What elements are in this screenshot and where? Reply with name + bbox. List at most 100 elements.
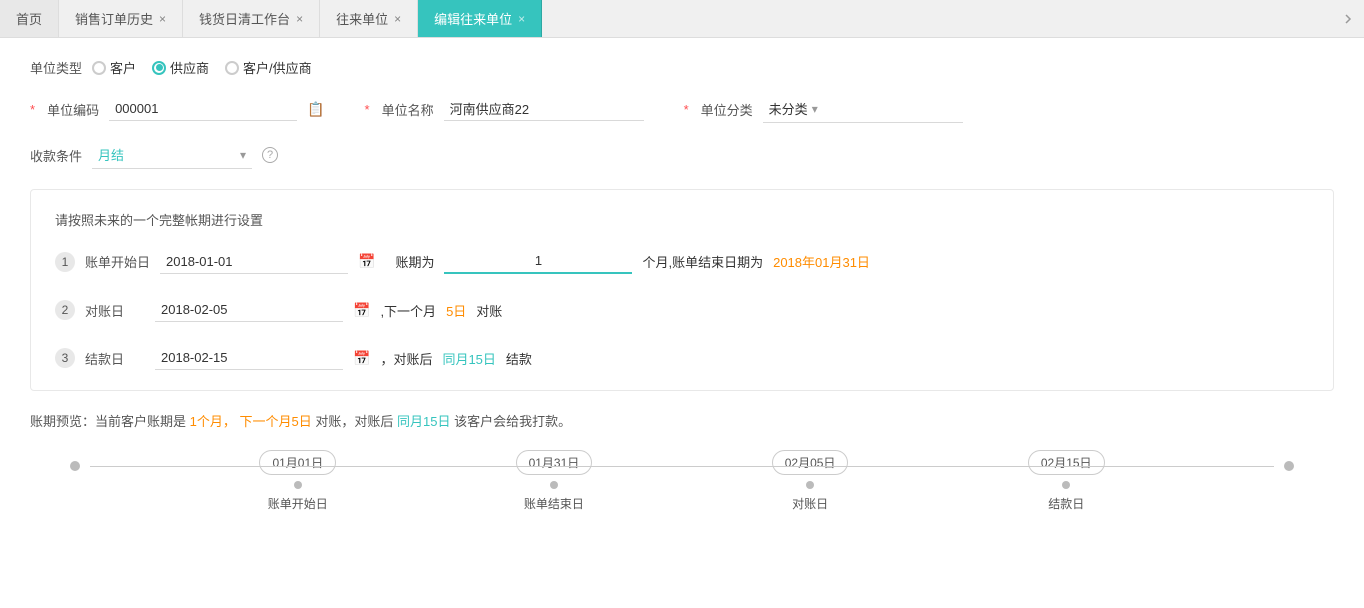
tab-cash-work-label: 钱货日清工作台 [199, 9, 290, 28]
reconcile-suffix-post: 对账 [476, 301, 502, 320]
radio-supplier-circle [152, 61, 166, 75]
unit-type-row: 单位类型 客户 供应商 客户/供应商 [30, 58, 1334, 77]
tab-cash-work[interactable]: 钱货日清工作台 × [183, 0, 320, 37]
settings-box: 请按照未来的一个完整帐期进行设置 1 账单开始日 📅 账期为 个月,账单结束日期… [30, 189, 1334, 391]
preview-middle: 对账，对账后 [315, 414, 393, 429]
unit-category-label: 单位分类 [701, 100, 753, 119]
timeline-bubble-4: 02月15日 [1028, 450, 1105, 475]
unit-name-label: 单位名称 [382, 100, 434, 119]
help-icon[interactable]: ? [262, 147, 278, 163]
timeline-point-2: 01月31日 账单结束日 [516, 450, 593, 512]
calendar-icon-start[interactable]: 📅 [358, 253, 375, 270]
timeline-dot-3 [806, 481, 814, 489]
radio-both[interactable]: 客户/供应商 [225, 58, 312, 77]
tab-edit-partner[interactable]: 编辑往来单位 × [418, 0, 542, 37]
unit-category-select[interactable]: 未分类 ▾ [763, 95, 963, 123]
radio-supplier-label: 供应商 [170, 58, 209, 77]
row-num-1: 1 [55, 252, 75, 272]
dropdown-icon-payment: ▾ [240, 148, 246, 162]
period-value-input[interactable] [444, 249, 632, 274]
timeline-label-3: 对账日 [792, 495, 828, 512]
setting-row-1: 1 账单开始日 📅 账期为 个月,账单结束日期为 2018年01月31日 [55, 249, 1309, 274]
unit-info-row: * 单位编码 📋 * 单位名称 * 单位分类 未分类 ▾ [30, 95, 1334, 123]
timeline-section: 01月01日 账单开始日 01月31日 账单结束日 02月05日 对账日 02月… [30, 450, 1334, 512]
timeline-label-4: 结款日 [1048, 495, 1084, 512]
reconcile-date-input[interactable] [155, 298, 343, 322]
unit-code-input[interactable] [109, 97, 297, 121]
payment-condition-value: 月结 [98, 145, 236, 164]
payment-suffix-pre: ，对账后 [380, 349, 432, 368]
payment-date-input[interactable] [155, 346, 343, 370]
row-num-2: 2 [55, 300, 75, 320]
chevron-right-icon [1342, 13, 1354, 25]
setting-row-2: 2 对账日 📅 ,下一个月 5日 对账 [55, 298, 1309, 322]
payment-condition-row: 收款条件 月结 ▾ ? [30, 141, 1334, 169]
timeline-label-2: 账单结束日 [524, 495, 584, 512]
calendar-icon-1[interactable]: 📋 [307, 101, 324, 118]
tab-sales-history-label: 销售订单历史 [75, 9, 153, 28]
preview-part3: 同月15日 [397, 414, 450, 429]
payment-condition-label: 收款条件 [30, 146, 82, 165]
period-label: 账期为 [395, 252, 434, 271]
timeline-bubble-2: 01月31日 [516, 450, 593, 475]
tab-edit-partner-label: 编辑往来单位 [434, 9, 512, 28]
radio-group: 客户 供应商 客户/供应商 [92, 58, 312, 77]
preview-suffix: 该客户会给我打款。 [454, 414, 571, 429]
timeline-bubble-3: 02月05日 [772, 450, 849, 475]
timeline-dot-2 [550, 481, 558, 489]
unit-name-required: * [365, 102, 370, 117]
timeline-point-4: 02月15日 结款日 [1028, 450, 1105, 512]
radio-supplier[interactable]: 供应商 [152, 58, 209, 77]
tab-partner-units[interactable]: 往来单位 × [320, 0, 418, 37]
calendar-icon-payment[interactable]: 📅 [353, 350, 370, 367]
unit-type-label: 单位类型 [30, 58, 82, 77]
timeline-line [90, 466, 1274, 467]
field-label-2: 对账日 [85, 301, 145, 320]
start-date-input[interactable] [160, 250, 348, 274]
timeline-items: 01月01日 账单开始日 01月31日 账单结束日 02月05日 对账日 02月… [50, 450, 1314, 512]
right-dot [1284, 461, 1294, 471]
settings-title: 请按照未来的一个完整帐期进行设置 [55, 210, 1309, 229]
timeline-dot-1 [294, 481, 302, 489]
timeline-bubble-1: 01月01日 [259, 450, 336, 475]
calendar-icon-reconcile[interactable]: 📅 [353, 302, 370, 319]
radio-customer[interactable]: 客户 [92, 58, 136, 77]
setting-row-3: 3 结款日 📅 ，对账后 同月15日 结款 [55, 346, 1309, 370]
radio-customer-circle [92, 61, 106, 75]
row-num-3: 3 [55, 348, 75, 368]
period-unit-text: 个月,账单结束日期为 [642, 252, 763, 271]
preview-section: 账期预览：当前客户账期是 1个月， 下一个月5日 对账，对账后 同月15日 该客… [30, 411, 1334, 430]
left-dot [70, 461, 80, 471]
tab-edit-partner-close[interactable]: × [518, 12, 525, 26]
unit-category-required: * [684, 102, 689, 117]
radio-both-label: 客户/供应商 [243, 58, 312, 77]
reconcile-suffix-pre: ,下一个月 [380, 301, 436, 320]
timeline-label-1: 账单开始日 [268, 495, 328, 512]
tab-partner-units-close[interactable]: × [394, 12, 401, 26]
preview-part2: 下一个月5日 [240, 414, 312, 429]
tab-bar: 首页 销售订单历史 × 钱货日清工作台 × 往来单位 × 编辑往来单位 × [0, 0, 1364, 38]
tab-cash-work-close[interactable]: × [296, 12, 303, 26]
payment-suffix-post: 结款 [506, 349, 532, 368]
timeline-end-dot [1284, 450, 1294, 471]
unit-name-input[interactable] [444, 97, 644, 121]
unit-code-required: * [30, 102, 35, 117]
reconcile-highlight: 5日 [446, 301, 466, 320]
tab-more-arrow[interactable] [1332, 0, 1364, 37]
field-label-1: 账单开始日 [85, 252, 150, 271]
unit-category-value: 未分类 [769, 99, 808, 118]
dropdown-icon-category: ▾ [812, 102, 818, 116]
tab-sales-history[interactable]: 销售订单历史 × [59, 0, 183, 37]
timeline-start-dot [70, 450, 80, 471]
field-label-3: 结款日 [85, 349, 145, 368]
radio-customer-label: 客户 [110, 58, 136, 77]
unit-code-label: 单位编码 [47, 100, 99, 119]
tab-home[interactable]: 首页 [0, 0, 59, 37]
tab-home-label: 首页 [16, 9, 42, 28]
radio-both-circle [225, 61, 239, 75]
timeline-point-3: 02月05日 对账日 [772, 450, 849, 512]
payment-condition-select[interactable]: 月结 ▾ [92, 141, 252, 169]
tab-sales-history-close[interactable]: × [159, 12, 166, 26]
payment-highlight: 同月15日 [442, 349, 495, 368]
timeline-dot-4 [1062, 481, 1070, 489]
